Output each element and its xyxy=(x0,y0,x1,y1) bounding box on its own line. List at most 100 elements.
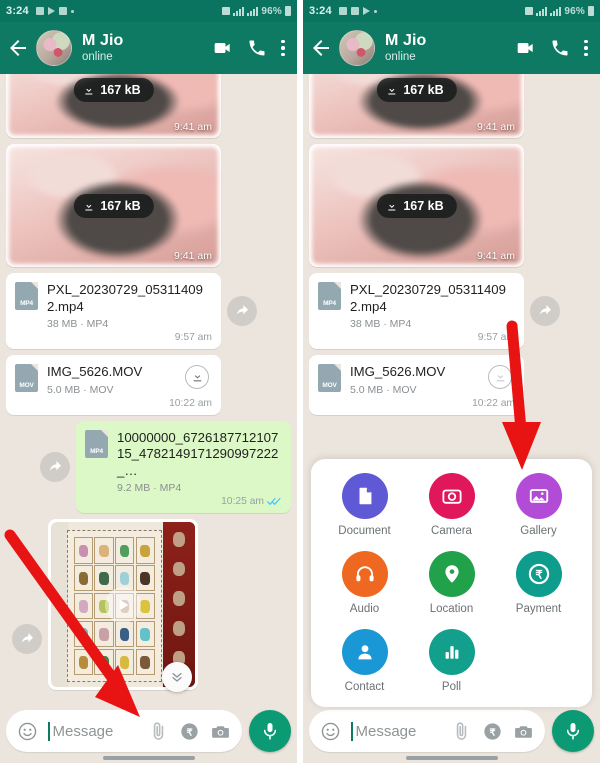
image-icon xyxy=(350,7,359,15)
message-time: 9:41 am xyxy=(174,250,212,262)
composer-bar: Message ₹ xyxy=(303,707,600,763)
rupee-payment-icon[interactable]: ₹ xyxy=(482,721,503,742)
scroll-to-bottom-button[interactable] xyxy=(162,662,192,692)
message-row: MP4 10000000_672618771210715_47821491712… xyxy=(6,420,291,513)
presence-status: online xyxy=(385,51,416,64)
avatar[interactable] xyxy=(36,30,72,66)
download-arrow-icon xyxy=(193,371,201,382)
emoji-smiley-icon[interactable] xyxy=(17,721,38,742)
document-message-bubble[interactable]: MP4 PXL_20230729_053114092.mp4 38 MB · M… xyxy=(6,273,221,349)
document-summary: MP4 PXL_20230729_053114092.mp4 38 MB · M… xyxy=(15,282,212,330)
audio-attachment-circle xyxy=(341,551,388,597)
status-bar-time: 3:24 xyxy=(309,5,332,17)
text-caret xyxy=(351,721,353,741)
text-caret xyxy=(48,721,50,741)
voice-record-button[interactable] xyxy=(249,710,291,752)
forward-button[interactable] xyxy=(227,296,257,326)
chat-header: M Jio online xyxy=(303,22,600,74)
download-size-label: 167 kB xyxy=(403,198,444,213)
file-type-icon: MP4 xyxy=(85,429,108,458)
voice-call-icon[interactable] xyxy=(550,38,570,58)
back-arrow-icon[interactable] xyxy=(6,36,30,60)
signal-icon xyxy=(550,6,562,16)
avatar[interactable] xyxy=(339,30,375,66)
video-call-icon[interactable] xyxy=(213,38,233,58)
download-pill[interactable]: 167 kB xyxy=(73,193,154,218)
attachment-option-contact[interactable]: Contact xyxy=(321,629,408,693)
payment-attachment-circle: ₹ xyxy=(515,551,562,597)
message-footer: 10:25 am xyxy=(85,496,282,510)
attachment-sheet[interactable]: Document Camera Gallery Audio Location ₹… xyxy=(311,459,592,707)
message-placeholder: Message xyxy=(355,722,417,740)
read-receipt-icon xyxy=(267,497,281,506)
download-pill[interactable]: 167 kB xyxy=(73,78,154,102)
voice-call-icon[interactable] xyxy=(247,38,267,58)
download-pill[interactable]: 167 kB xyxy=(376,78,457,102)
photo-message-bubble[interactable] xyxy=(48,519,198,692)
download-button[interactable] xyxy=(488,364,512,389)
forward-arrow-icon xyxy=(49,460,61,471)
download-pill[interactable]: 167 kB xyxy=(376,193,457,218)
media-message-bubble[interactable]: 167 kB 9:41 am xyxy=(309,144,524,267)
attachment-option-location[interactable]: Location xyxy=(408,551,495,615)
play-icon xyxy=(119,599,129,610)
battery-percent: 96% xyxy=(564,5,585,17)
chat-identity[interactable]: M Jio online xyxy=(385,32,510,65)
download-button[interactable] xyxy=(185,364,209,389)
forward-button[interactable] xyxy=(12,624,42,654)
file-name: PXL_20230729_053114092.mp4 xyxy=(47,282,203,314)
document-message-bubble[interactable]: MP4 PXL_20230729_053114092.mp4 38 MB · M… xyxy=(309,273,524,349)
voice-record-button[interactable] xyxy=(552,710,594,752)
location-attachment-circle xyxy=(428,551,475,597)
paperclip-icon[interactable] xyxy=(148,721,169,742)
attachment-option-payment[interactable]: ₹ Payment xyxy=(495,551,582,615)
attachment-label: Gallery xyxy=(520,525,557,537)
overflow-menu-icon[interactable] xyxy=(584,39,588,57)
attachment-option-gallery[interactable]: Gallery xyxy=(495,473,582,537)
chat-identity[interactable]: M Jio online xyxy=(82,32,207,65)
forward-button[interactable] xyxy=(40,451,70,482)
message-footer: 10:22 am xyxy=(318,398,515,412)
message-time: 10:25 am xyxy=(221,496,264,507)
message-input-pill[interactable]: Message ₹ xyxy=(6,710,242,752)
document-message-bubble[interactable]: MOV IMG_5626.MOV 5.0 MB · MOV 10:22 am xyxy=(309,355,524,415)
location-pin-icon xyxy=(444,565,459,583)
search-input[interactable]: Message xyxy=(48,721,138,741)
download-size-label: 167 kB xyxy=(403,83,444,97)
forward-button[interactable] xyxy=(530,296,560,326)
attachment-label: Contact xyxy=(344,681,385,693)
paperclip-icon[interactable] xyxy=(451,721,472,742)
document-message-bubble[interactable]: MOV IMG_5626.MOV 5.0 MB · MOV 10:22 am xyxy=(6,355,221,415)
overflow-menu-icon[interactable] xyxy=(281,39,285,57)
attachment-option-document[interactable]: Document xyxy=(321,473,408,537)
media-message-bubble[interactable]: 167 kB 9:41 am xyxy=(6,144,221,267)
media-message-bubble[interactable]: 167 kB 9:41 am xyxy=(6,74,221,138)
signal-icon xyxy=(247,6,259,16)
document-message-bubble[interactable]: MP4 10000000_672618771210715_47821491712… xyxy=(76,420,291,513)
message-list[interactable]: 167 kB 9:41 am 167 kB 9:41 am MP4 PXL_20… xyxy=(0,74,297,707)
camera-icon[interactable] xyxy=(210,721,231,742)
message-row: 167 kB 9:41 am xyxy=(6,144,291,267)
message-input-pill[interactable]: Message ₹ xyxy=(309,710,545,752)
composer-bar: Message ₹ xyxy=(0,707,297,763)
document-summary: MP4 PXL_20230729_053114092.mp4 38 MB · M… xyxy=(318,282,515,330)
video-call-icon[interactable] xyxy=(516,38,536,58)
attachment-option-camera[interactable]: Camera xyxy=(408,473,495,537)
header-actions xyxy=(213,38,289,58)
system-nav-handle xyxy=(102,756,195,760)
attachment-option-audio[interactable]: Audio xyxy=(321,551,408,615)
message-footer: 9:57 am xyxy=(318,332,515,346)
attachment-option-poll[interactable]: Poll xyxy=(408,629,495,693)
camera-icon[interactable] xyxy=(513,721,534,742)
rupee-payment-icon[interactable]: ₹ xyxy=(179,721,200,742)
status-bar: 3:24 96% xyxy=(303,0,600,22)
camera-attachment-circle xyxy=(428,473,475,519)
play-button[interactable] xyxy=(105,586,141,623)
search-input[interactable]: Message xyxy=(351,721,441,741)
status-bar-notification-icons xyxy=(338,7,377,15)
back-arrow-icon[interactable] xyxy=(309,36,333,60)
media-message-bubble[interactable]: 167 kB 9:41 am xyxy=(309,74,524,138)
page-title: M Jio xyxy=(385,31,427,49)
emoji-smiley-icon[interactable] xyxy=(320,721,341,742)
attachment-label: Audio xyxy=(349,603,380,615)
